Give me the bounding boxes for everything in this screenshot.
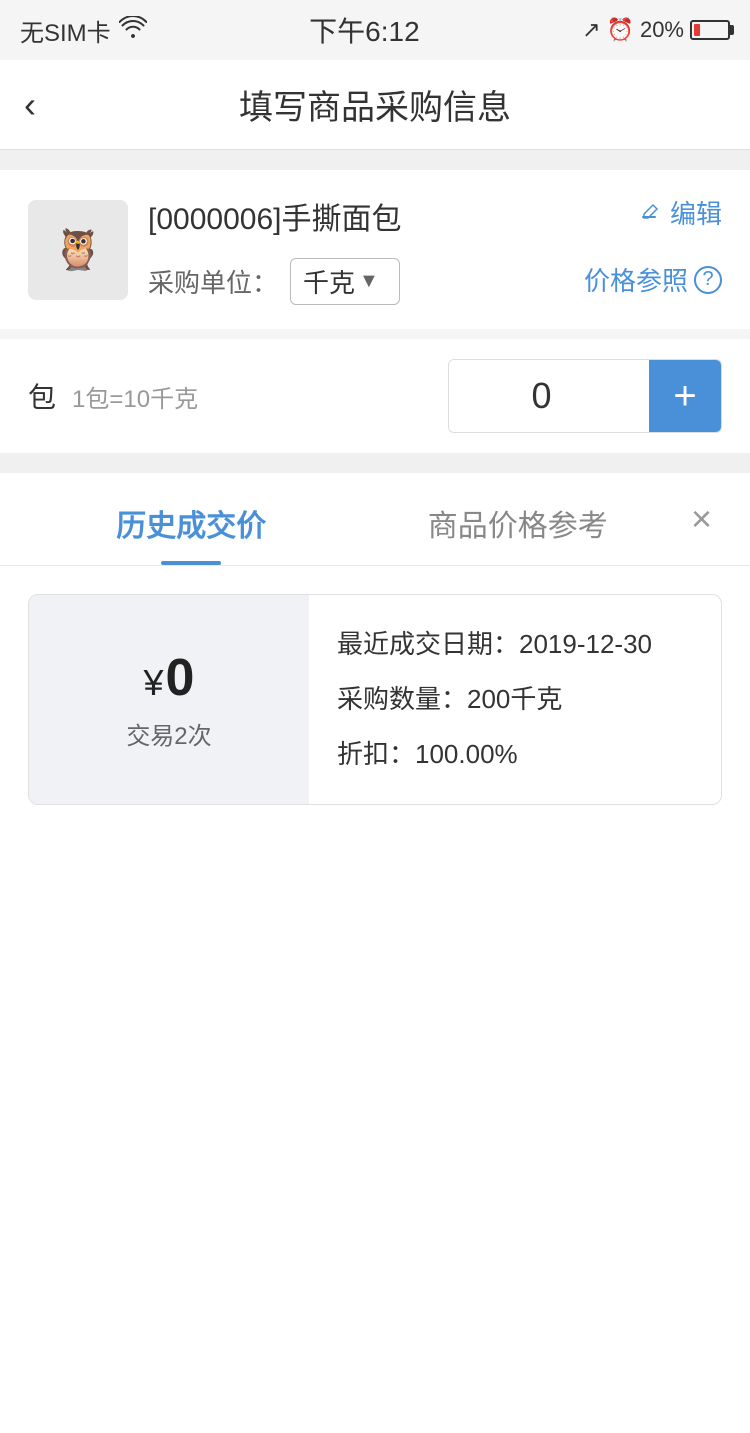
yen-symbol: ¥ (144, 662, 164, 703)
history-price-panel: ¥0 交易2次 (29, 595, 309, 804)
edit-button[interactable]: 编辑 (640, 194, 722, 231)
tab-history-price[interactable]: 历史成交价 (28, 473, 354, 565)
tabs-row: 历史成交价 商品价格参考 × (0, 473, 750, 566)
pkg-unit-label: 包 (28, 376, 56, 416)
status-right: ↗ ⏰ 20% (582, 17, 730, 43)
unit-select[interactable]: 千克 ▼ (290, 258, 400, 305)
product-actions: 编辑 价格参照 ? (584, 194, 722, 298)
price-ref-label: 价格参照 (584, 261, 688, 298)
history-qty-row: 采购数量：200千克 (337, 680, 693, 719)
history-date-row: 最近成交日期：2019-12-30 (337, 625, 693, 664)
history-price-display: ¥0 (144, 648, 195, 708)
time-display: 下午6:12 (309, 10, 420, 50)
discount-label: 折扣： (337, 739, 415, 769)
history-card: ¥0 交易2次 最近成交日期：2019-12-30 采购数量：200千克 折扣：… (28, 594, 722, 805)
price-ref-button[interactable]: 价格参照 ? (584, 261, 722, 298)
back-button[interactable]: ‹ (24, 84, 36, 126)
page-title: 填写商品采购信息 (239, 80, 511, 129)
unit-prefix-label: 采购单位： (148, 263, 278, 300)
qty-value: 200千克 (467, 684, 562, 714)
help-icon: ? (694, 266, 722, 294)
discount-value: 100.00% (415, 739, 518, 769)
status-bar: 无SIM卡 下午6:12 ↗ ⏰ 20% (0, 0, 750, 60)
nav-bar: ‹ 填写商品采购信息 (0, 60, 750, 150)
quantity-row: 包 1包=10千克 + (0, 339, 750, 453)
product-thumbnail-icon: 🦉 (53, 226, 103, 273)
quantity-input-wrap: + (448, 359, 722, 433)
history-details-panel: 最近成交日期：2019-12-30 采购数量：200千克 折扣：100.00% (309, 595, 721, 804)
price-value: 0 (166, 649, 195, 707)
status-left: 无SIM卡 (20, 13, 147, 48)
date-value: 2019-12-30 (519, 629, 652, 659)
quantity-input[interactable] (449, 360, 649, 432)
history-discount-row: 折扣：100.00% (337, 735, 693, 774)
unit-value: 千克 (303, 263, 355, 300)
product-name: [0000006]手撕面包 (148, 194, 401, 238)
pkg-sub-label: 1包=10千克 (72, 379, 198, 414)
battery-pct: 20% (640, 17, 684, 43)
product-info: [0000006]手撕面包 采购单位： 千克 ▼ (148, 194, 401, 305)
transaction-count: 交易2次 (126, 716, 211, 751)
wifi-icon (119, 16, 147, 45)
history-section: ¥0 交易2次 最近成交日期：2019-12-30 采购数量：200千克 折扣：… (0, 566, 750, 833)
product-card: 🦉 [0000006]手撕面包 采购单位： 千克 ▼ 编辑 (0, 170, 750, 329)
product-image: 🦉 (28, 200, 128, 300)
separator-bar (0, 329, 750, 339)
carrier-label: 无SIM卡 (20, 13, 111, 48)
tab-active-underline (161, 561, 221, 565)
tab-product-price-ref[interactable]: 商品价格参考 (354, 473, 680, 565)
battery-icon (690, 20, 730, 40)
qty-label: 采购数量： (337, 684, 467, 714)
unit-dropdown-arrow: ▼ (359, 270, 379, 293)
quantity-plus-button[interactable]: + (649, 360, 721, 432)
alarm-icon: ⏰ (607, 17, 634, 43)
date-label: 最近成交日期： (337, 629, 519, 659)
tabs-close-button[interactable]: × (681, 498, 722, 540)
location-icon: ↗ (582, 17, 600, 43)
edit-label: 编辑 (670, 194, 722, 231)
page-rest (0, 833, 750, 1433)
